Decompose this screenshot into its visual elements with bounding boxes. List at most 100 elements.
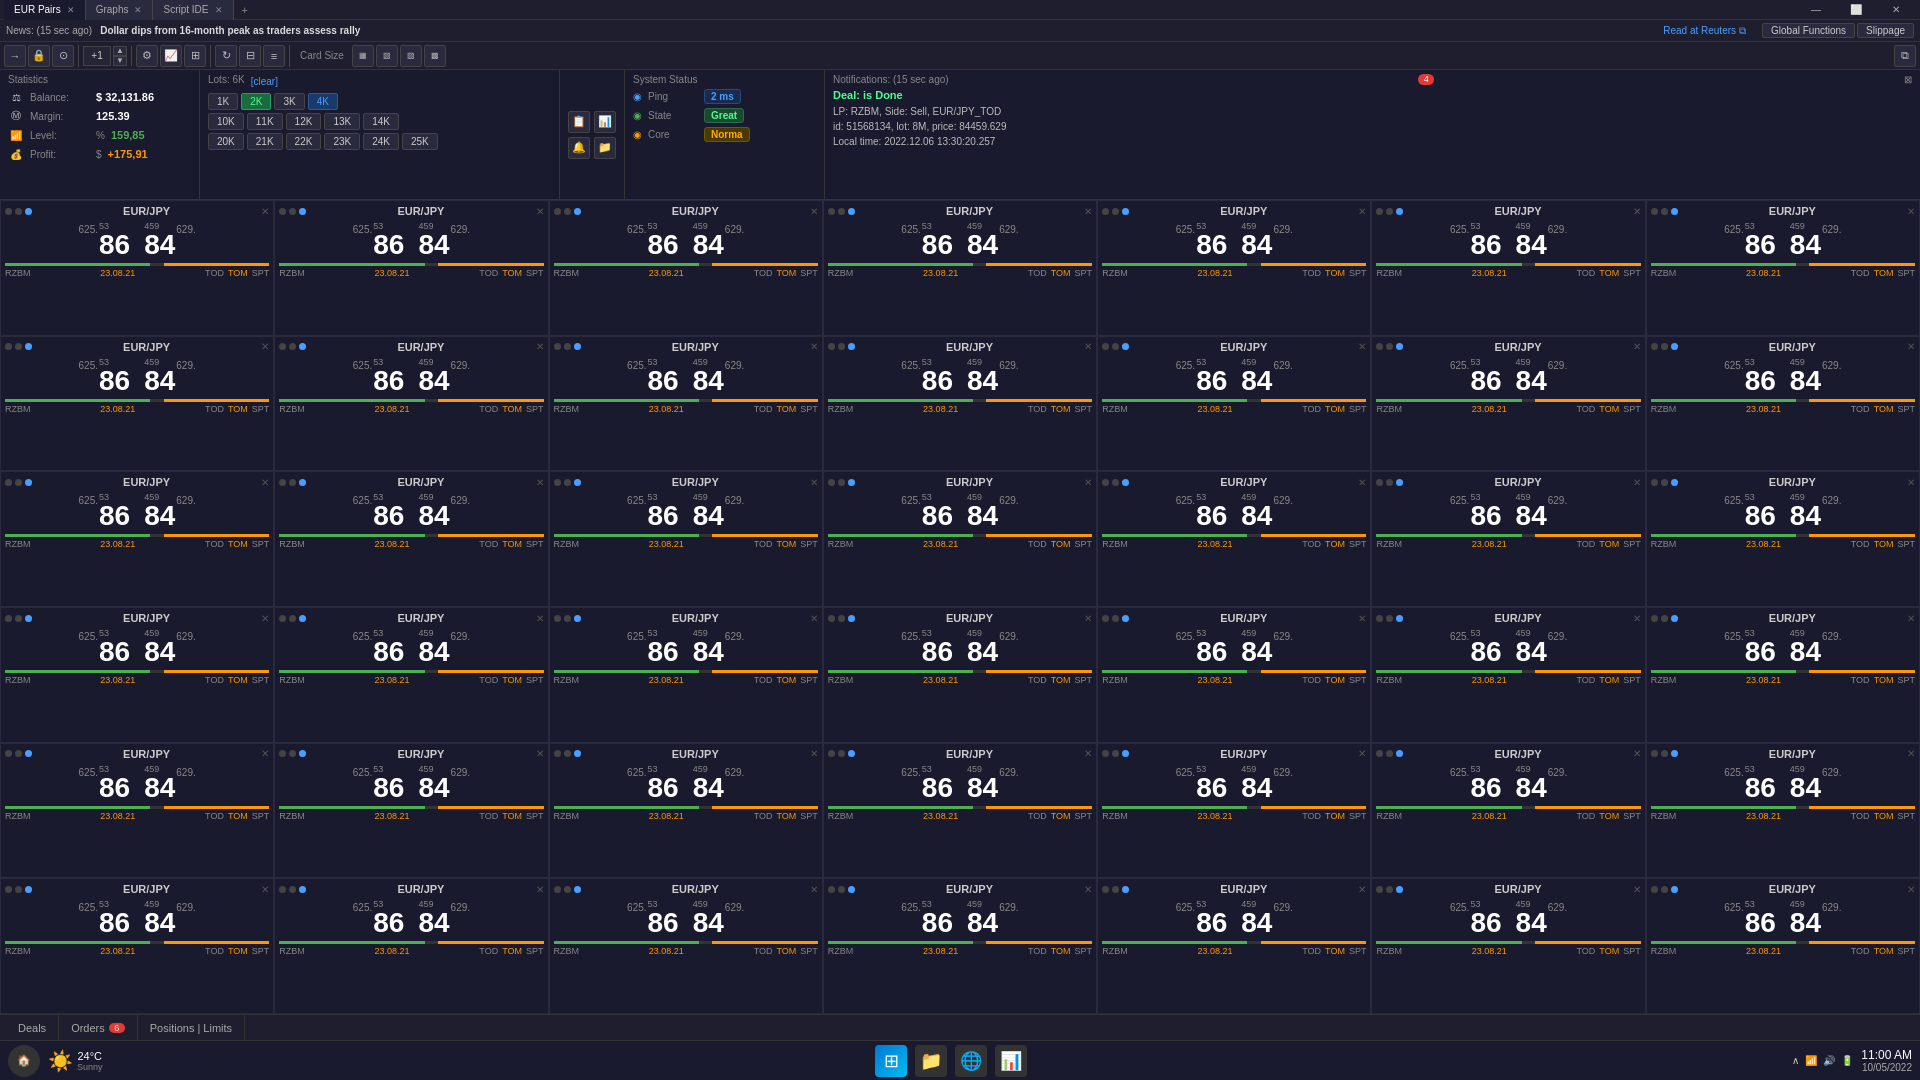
- tag-spt[interactable]: SPT: [1897, 946, 1915, 956]
- grid-btn-lg[interactable]: ▨: [400, 45, 422, 67]
- tag-spt[interactable]: SPT: [1349, 268, 1367, 278]
- card-close-btn[interactable]: ✕: [1907, 206, 1915, 217]
- tag-tom[interactable]: TOM: [776, 268, 796, 278]
- card-close-btn[interactable]: ✕: [1907, 341, 1915, 352]
- tag-spt[interactable]: SPT: [1623, 811, 1641, 821]
- tag-tod[interactable]: TOD: [205, 539, 224, 549]
- card-close-btn[interactable]: ✕: [810, 477, 818, 488]
- tag-tom[interactable]: TOM: [228, 811, 248, 821]
- tag-tod[interactable]: TOD: [1302, 404, 1321, 414]
- pair-card[interactable]: EUR/JPY ✕ 625. 53 86: [0, 200, 274, 336]
- card-close-btn[interactable]: ✕: [1084, 477, 1092, 488]
- tag-tom[interactable]: TOM: [502, 539, 522, 549]
- tag-spt[interactable]: SPT: [1349, 675, 1367, 685]
- pair-card[interactable]: EUR/JPY ✕ 625. 53 86: [1646, 471, 1920, 607]
- pair-card[interactable]: EUR/JPY ✕ 625. 53 86: [549, 878, 823, 1014]
- lot-btn-2k[interactable]: 2K: [241, 93, 271, 110]
- tag-tom[interactable]: TOM: [1051, 675, 1071, 685]
- pair-card[interactable]: EUR/JPY ✕ 625. 53 86: [549, 607, 823, 743]
- tag-tom[interactable]: TOM: [1051, 539, 1071, 549]
- tag-spt[interactable]: SPT: [526, 268, 544, 278]
- pair-card[interactable]: EUR/JPY ✕ 625. 53 86: [1371, 607, 1645, 743]
- tag-tod[interactable]: TOD: [1302, 811, 1321, 821]
- tag-tom[interactable]: TOM: [1325, 268, 1345, 278]
- tag-tod[interactable]: TOD: [1302, 946, 1321, 956]
- tag-tom[interactable]: TOM: [228, 404, 248, 414]
- card-close-btn[interactable]: ✕: [1084, 341, 1092, 352]
- card-close-btn[interactable]: ✕: [1084, 206, 1092, 217]
- tag-tod[interactable]: TOD: [1577, 539, 1596, 549]
- tag-spt[interactable]: SPT: [1349, 404, 1367, 414]
- card-close-btn[interactable]: ✕: [810, 341, 818, 352]
- pair-card[interactable]: EUR/JPY ✕ 625. 53 86: [274, 878, 548, 1014]
- tag-spt[interactable]: SPT: [1897, 268, 1915, 278]
- icon-btn-4[interactable]: 📁: [594, 137, 616, 159]
- tag-tom[interactable]: TOM: [1599, 404, 1619, 414]
- tag-tom[interactable]: TOM: [1325, 539, 1345, 549]
- tag-tod[interactable]: TOD: [1851, 811, 1870, 821]
- toolbar-btn-target[interactable]: ⊙: [52, 45, 74, 67]
- tag-tom[interactable]: TOM: [776, 946, 796, 956]
- tag-tod[interactable]: TOD: [205, 675, 224, 685]
- pair-card[interactable]: EUR/JPY ✕ 625. 53 86: [1371, 200, 1645, 336]
- pair-card[interactable]: EUR/JPY ✕ 625. 53 86: [549, 743, 823, 879]
- pair-card[interactable]: EUR/JPY ✕ 625. 53 86: [549, 471, 823, 607]
- tag-tod[interactable]: TOD: [1028, 268, 1047, 278]
- tag-tom[interactable]: TOM: [776, 675, 796, 685]
- card-close-btn[interactable]: ✕: [261, 884, 269, 895]
- tag-tod[interactable]: TOD: [1577, 811, 1596, 821]
- tag-tom[interactable]: TOM: [502, 268, 522, 278]
- tag-tom[interactable]: TOM: [776, 539, 796, 549]
- pair-card[interactable]: EUR/JPY ✕ 625. 53 86: [1646, 878, 1920, 1014]
- lot-btn-3k[interactable]: 3K: [274, 93, 304, 110]
- pair-card[interactable]: EUR/JPY ✕ 625. 53 86: [823, 607, 1097, 743]
- tag-tom[interactable]: TOM: [1599, 539, 1619, 549]
- tag-tod[interactable]: TOD: [1851, 946, 1870, 956]
- lots-clear[interactable]: [clear]: [251, 76, 278, 87]
- tag-tod[interactable]: TOD: [1851, 675, 1870, 685]
- spinner-up[interactable]: ▲: [113, 46, 127, 56]
- tab-eur-pairs[interactable]: EUR Pairs ✕: [4, 0, 86, 20]
- slippage-button[interactable]: Slippage: [1857, 23, 1914, 38]
- tag-tod[interactable]: TOD: [1577, 404, 1596, 414]
- pair-card[interactable]: EUR/JPY ✕ 625. 53 86: [0, 471, 274, 607]
- card-close-btn[interactable]: ✕: [1633, 748, 1641, 759]
- tag-tod[interactable]: TOD: [1577, 675, 1596, 685]
- tag-tod[interactable]: TOD: [754, 811, 773, 821]
- icon-btn-2[interactable]: 📊: [594, 111, 616, 133]
- lot-btn-13k[interactable]: 13K: [324, 113, 360, 130]
- tag-tod[interactable]: TOD: [754, 675, 773, 685]
- tag-spt[interactable]: SPT: [1623, 268, 1641, 278]
- tag-tom[interactable]: TOM: [1325, 404, 1345, 414]
- tag-tom[interactable]: TOM: [1051, 268, 1071, 278]
- toolbar-btn-arrow[interactable]: →: [4, 45, 26, 67]
- pair-card[interactable]: EUR/JPY ✕ 625. 53 86: [274, 607, 548, 743]
- tag-spt[interactable]: SPT: [252, 946, 270, 956]
- pair-card[interactable]: EUR/JPY ✕ 625. 53 86: [1646, 607, 1920, 743]
- tag-tod[interactable]: TOD: [479, 539, 498, 549]
- tray-expand[interactable]: ∧: [1792, 1055, 1799, 1066]
- pair-card[interactable]: EUR/JPY ✕ 625. 53 86: [1371, 878, 1645, 1014]
- minimize-button[interactable]: —: [1796, 0, 1836, 20]
- pair-card[interactable]: EUR/JPY ✕ 625. 53 86: [0, 878, 274, 1014]
- pair-card[interactable]: EUR/JPY ✕ 625. 53 86: [823, 336, 1097, 472]
- pair-card[interactable]: EUR/JPY ✕ 625. 53 86: [823, 471, 1097, 607]
- card-close-btn[interactable]: ✕: [1358, 206, 1366, 217]
- pair-card[interactable]: EUR/JPY ✕ 625. 53 86: [1097, 336, 1371, 472]
- tag-tod[interactable]: TOD: [1851, 268, 1870, 278]
- tag-spt[interactable]: SPT: [800, 404, 818, 414]
- tag-tod[interactable]: TOD: [754, 268, 773, 278]
- toolbar-btn-grid[interactable]: ⊟: [239, 45, 261, 67]
- card-close-btn[interactable]: ✕: [536, 884, 544, 895]
- toolbar-btn-table[interactable]: ⊞: [184, 45, 206, 67]
- card-close-btn[interactable]: ✕: [261, 477, 269, 488]
- tag-tom[interactable]: TOM: [1874, 811, 1894, 821]
- tag-spt[interactable]: SPT: [252, 268, 270, 278]
- tag-tod[interactable]: TOD: [1577, 268, 1596, 278]
- pair-card[interactable]: EUR/JPY ✕ 625. 53 86: [274, 200, 548, 336]
- tag-tod[interactable]: TOD: [205, 404, 224, 414]
- tag-spt[interactable]: SPT: [526, 404, 544, 414]
- tag-spt[interactable]: SPT: [800, 539, 818, 549]
- card-close-btn[interactable]: ✕: [810, 748, 818, 759]
- tag-tod[interactable]: TOD: [1851, 404, 1870, 414]
